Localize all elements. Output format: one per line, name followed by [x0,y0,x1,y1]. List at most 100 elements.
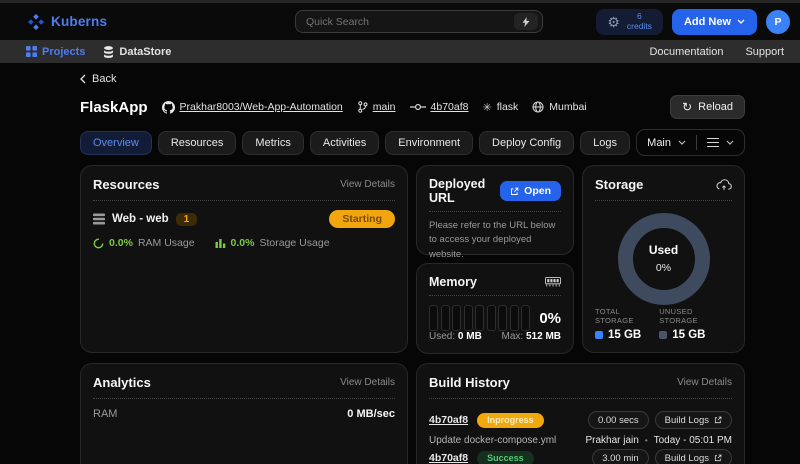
ram-stick-icon [545,277,561,287]
tab-metrics[interactable]: Metrics [242,131,303,155]
tab-logs[interactable]: Logs [580,131,630,155]
memory-card: Memory 0% [416,263,574,354]
cloud-icon [716,178,732,191]
search-box[interactable] [295,10,543,33]
build-commit-link[interactable]: 4b70af8 [429,414,468,426]
app-bar: Kuberns ⚙ 6 credits Add New P [0,3,800,40]
add-new-button[interactable]: Add New [672,9,757,35]
analytics-view-details[interactable]: View Details [340,377,395,388]
commit-meta: 4b70af8 [410,101,469,113]
resources-title: Resources [93,177,159,192]
divider [93,200,395,201]
tab-activities[interactable]: Activities [310,131,379,155]
external-link-icon [714,416,722,424]
region-meta: Mumbai [532,101,586,113]
memory-percent: 0% [539,310,561,327]
resources-view-details[interactable]: View Details [340,179,395,190]
external-link-icon [714,454,722,462]
credits-badge[interactable]: ⚙ 6 credits [596,9,663,35]
quick-action-shortcut[interactable] [514,13,538,30]
build-logs-button[interactable]: Build Logs [655,449,732,464]
service-row[interactable]: Web - web 1 Starting [93,210,395,228]
chevron-down-icon [678,140,686,145]
analytics-ram-value: 0 MB/sec [347,408,395,420]
divider [429,211,561,212]
tabs-right-controls: Main [636,129,745,156]
kuberns-logo-icon [28,14,44,30]
branch-link[interactable]: main [373,101,396,113]
overview-content: Resources View Details Web - web 1 Start… [80,165,745,464]
unused-storage-swatch [659,331,667,339]
support-link[interactable]: Support [745,46,784,58]
app-name: FlaskApp [80,99,148,116]
build-author-time: Prakhar jain • Today - 05:01 PM [585,435,732,446]
build-status-badge: Success [477,451,534,464]
open-url-button[interactable]: Open [500,181,561,201]
nav-item-projects[interactable]: Projects [26,46,85,58]
storage-title: Storage [595,177,643,192]
build-history-card: Build History View Details 4b70af8 Inpro… [416,363,745,464]
memory-max: Max: 512 MB [502,331,561,342]
memory-title: Memory [429,275,477,289]
environment-selector[interactable]: Main [647,137,686,149]
divider [429,295,561,296]
flask-icon: ✳ [482,101,491,114]
build-logs-button[interactable]: Build Logs [655,411,732,429]
divider [696,135,697,150]
avatar[interactable]: P [766,10,790,34]
database-icon [103,46,114,58]
tabs-row: Overview Resources Metrics Activities En… [80,129,745,156]
chevron-down-icon [737,19,745,24]
globe-icon [532,101,544,113]
build-message: Update docker-compose.yml [429,435,556,446]
repo-meta: Prakhar8003/Web-App-Automation [162,101,343,114]
tab-environment[interactable]: Environment [385,131,473,155]
app-header-row: FlaskApp Prakhar8003/Web-App-Automation … [80,95,745,119]
secondary-nav: Projects DataStore Documentation Support [0,40,800,63]
commit-link[interactable]: 4b70af8 [431,101,469,113]
repo-link[interactable]: Prakhar8003/Web-App-Automation [180,101,343,113]
lightning-icon [522,17,530,27]
tab-overview[interactable]: Overview [80,131,152,155]
ram-usage: 0.0% RAM Usage [93,237,195,249]
memory-used: Used: 0 MB [429,331,482,342]
credits-label: credits [627,22,652,32]
build-commit-link[interactable]: 4b70af8 [429,452,468,464]
secondary-nav-right: Documentation Support [649,46,784,58]
server-stack-icon [93,213,105,225]
tab-deploy-config[interactable]: Deploy Config [479,131,574,155]
unused-storage-stat: UNUSED STORAGE 15 GB [659,307,732,341]
brand[interactable]: Kuberns [28,14,107,30]
build-history-title: Build History [429,375,510,390]
hamburger-icon [707,138,719,148]
divider [93,398,395,399]
build-history-view-details[interactable]: View Details [677,377,732,388]
tab-resources[interactable]: Resources [158,131,237,155]
analytics-title: Analytics [93,375,151,390]
deployed-url-title: Deployed URL [429,177,500,205]
branch-meta: main [357,101,396,113]
donut-label: Used [649,243,678,257]
divider [429,398,732,399]
github-icon [162,101,175,114]
reload-button[interactable]: ↻ Reload [670,95,745,119]
external-link-icon [510,187,519,196]
deployed-url-description: Please refer to the URL below to access … [429,219,561,262]
git-commit-icon [410,102,426,112]
gear-icon: ⚙ [607,15,620,29]
build-duration: 0.00 secs [588,411,649,429]
chevron-down-icon [726,140,734,145]
deployed-url-card: Deployed URL Open Please refer to the UR… [416,165,574,255]
back-button[interactable]: Back [80,73,140,85]
search-input[interactable] [306,16,514,28]
documentation-link[interactable]: Documentation [649,46,723,58]
total-storage-swatch [595,331,603,339]
view-menu[interactable] [707,138,734,148]
nav-item-datastore[interactable]: DataStore [103,46,171,58]
build-meta-row: Update docker-compose.yml Prakhar jain •… [429,435,732,446]
analytics-ram-label: RAM [93,408,117,420]
service-name: Web - web [112,213,169,225]
memory-segments: 0% [429,305,561,331]
donut-value: 0% [656,262,671,274]
build-row: 4b70af8 Success 3.00 min Build Logs [429,449,732,464]
